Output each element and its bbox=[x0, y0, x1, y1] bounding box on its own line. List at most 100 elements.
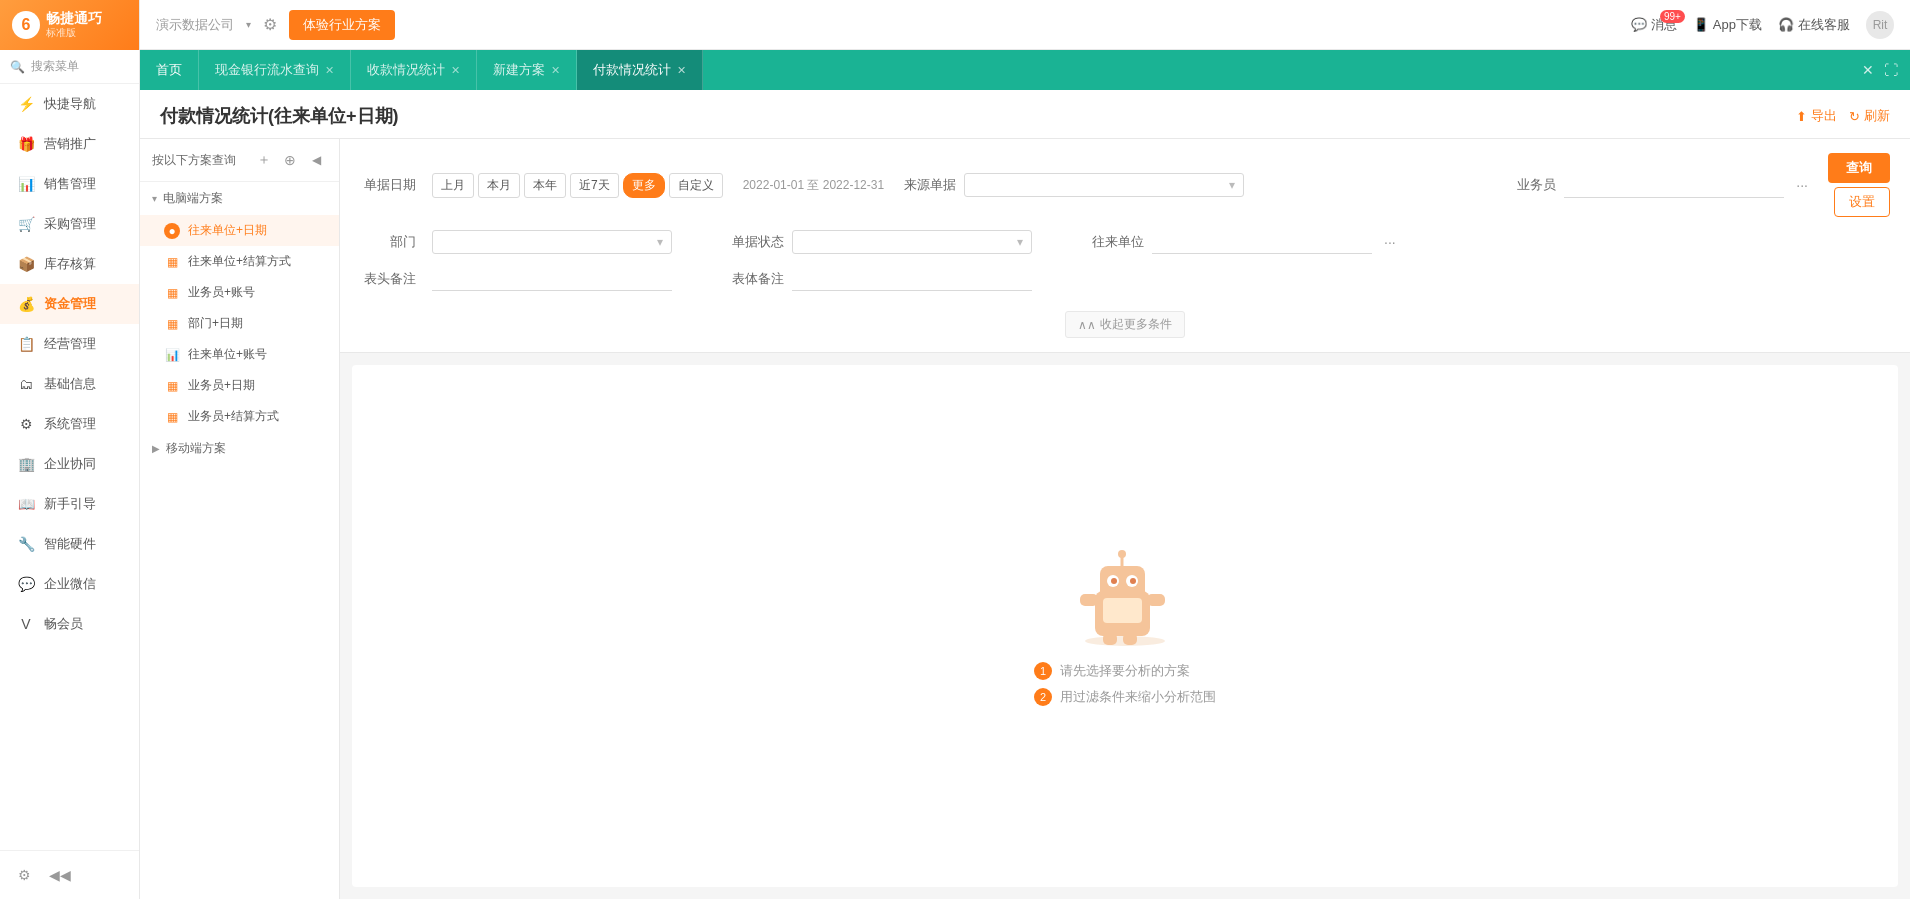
tab-close-cash-flow[interactable]: ✕ bbox=[325, 64, 334, 77]
counterpart-input[interactable] bbox=[1152, 229, 1352, 251]
svg-rect-11 bbox=[1103, 633, 1117, 645]
sidebar-item-quick-nav[interactable]: ⚡ 快捷导航 bbox=[0, 84, 139, 124]
scheme-item-dept-date[interactable]: ▦ 部门+日期 bbox=[140, 308, 339, 339]
dept-date-label: 部门+日期 bbox=[188, 315, 243, 332]
tab-payment-stats[interactable]: 付款情况统计✕ bbox=[577, 50, 703, 90]
quick-nav-icon: ⚡ bbox=[16, 94, 36, 114]
scheme-item-unit-account[interactable]: 📊 往来单位+账号 bbox=[140, 339, 339, 370]
export-label: 导出 bbox=[1811, 107, 1837, 125]
staff-label: 业务员 bbox=[1500, 176, 1556, 194]
staff-dots[interactable]: ··· bbox=[1792, 173, 1812, 197]
system-icon: ⚙ bbox=[16, 414, 36, 434]
export-btn[interactable]: ⬆ 导出 bbox=[1796, 107, 1837, 125]
refresh-btn[interactable]: ↻ 刷新 bbox=[1849, 107, 1890, 125]
filter-setting-btn[interactable]: 设置 bbox=[1834, 187, 1890, 217]
online-service-btn[interactable]: 🎧 在线客服 bbox=[1778, 16, 1850, 34]
sidebar-item-basic[interactable]: 🗂 基础信息 bbox=[0, 364, 139, 404]
tip-text-2: 用过滤条件来缩小分析范围 bbox=[1060, 688, 1216, 706]
sidebar-item-inventory[interactable]: 📦 库存核算 bbox=[0, 244, 139, 284]
date-btn-this-month[interactable]: 本月 bbox=[478, 173, 520, 198]
collapse-more-btn[interactable]: ∧∧ 收起更多条件 bbox=[1065, 311, 1185, 338]
service-label: 在线客服 bbox=[1798, 16, 1850, 34]
staff-date-scheme-icon: ▦ bbox=[164, 378, 180, 394]
sidebar-item-finance[interactable]: 💰 资金管理 bbox=[0, 284, 139, 324]
topbar: 演示数据公司 ▾ ⚙ 体验行业方案 💬 消息 99+ 📱 App下载 🎧 在线客… bbox=[140, 0, 1910, 50]
doc-status-chevron-icon: ▾ bbox=[1017, 235, 1023, 249]
tab-receivable[interactable]: 收款情况统计✕ bbox=[351, 50, 477, 90]
tab-bar: 首页现金银行流水查询✕收款情况统计✕新建方案✕付款情况统计✕ ✕ ⛶ bbox=[140, 50, 1910, 90]
tab-close-all-icon[interactable]: ✕ bbox=[1862, 62, 1874, 78]
tab-close-payment-stats[interactable]: ✕ bbox=[677, 64, 686, 77]
staff-input[interactable] bbox=[1564, 173, 1764, 195]
sidebar-item-wechat[interactable]: 💬 企业微信 bbox=[0, 564, 139, 604]
sidebar-item-sales[interactable]: 📊 销售管理 bbox=[0, 164, 139, 204]
page-header: 付款情况统计(往来单位+日期) ⬆ 导出 ↻ 刷新 bbox=[140, 90, 1910, 139]
user-avatar[interactable]: Rit bbox=[1866, 11, 1894, 39]
source-select[interactable]: ▾ bbox=[964, 173, 1244, 197]
main-area: 演示数据公司 ▾ ⚙ 体验行业方案 💬 消息 99+ 📱 App下载 🎧 在线客… bbox=[140, 0, 1910, 899]
tab-new-scheme[interactable]: 新建方案✕ bbox=[477, 50, 577, 90]
svg-rect-10 bbox=[1147, 594, 1165, 606]
notifications-btn[interactable]: 💬 消息 99+ bbox=[1631, 16, 1677, 34]
scheme-item-unit-date[interactable]: ● 往来单位+日期 bbox=[140, 215, 339, 246]
staff-date-label: 业务员+日期 bbox=[188, 377, 255, 394]
date-buttons: 上月 本月 本年 近7天 更多 自定义 bbox=[432, 173, 723, 198]
date-btn-this-year[interactable]: 本年 bbox=[524, 173, 566, 198]
date-btn-7days[interactable]: 近7天 bbox=[570, 173, 619, 198]
trial-btn[interactable]: 体验行业方案 bbox=[289, 10, 395, 40]
sidebar-item-guide[interactable]: 📖 新手引导 bbox=[0, 484, 139, 524]
scheme-item-staff-account[interactable]: ▦ 业务员+账号 bbox=[140, 277, 339, 308]
tab-home[interactable]: 首页 bbox=[140, 50, 199, 90]
topbar-gear-icon[interactable]: ⚙ bbox=[263, 15, 277, 34]
sidebar-item-operation[interactable]: 📋 经营管理 bbox=[0, 324, 139, 364]
wechat-icon: 💬 bbox=[16, 574, 36, 594]
sidebar-item-marketing[interactable]: 🎁 营销推广 bbox=[0, 124, 139, 164]
sidebar-item-hardware[interactable]: 🔧 智能硬件 bbox=[0, 524, 139, 564]
scheme-item-staff-settle[interactable]: ▦ 业务员+结算方式 bbox=[140, 401, 339, 432]
scheme-item-unit-settle[interactable]: ▦ 往来单位+结算方式 bbox=[140, 246, 339, 277]
staff-account-scheme-icon: ▦ bbox=[164, 285, 180, 301]
sidebar-search[interactable]: 🔍 搜索菜单 bbox=[0, 50, 139, 84]
topbar-right: 💬 消息 99+ 📱 App下载 🎧 在线客服 Rit bbox=[1631, 11, 1894, 39]
tab-cash-flow[interactable]: 现金银行流水查询✕ bbox=[199, 50, 351, 90]
dept-select[interactable]: ▾ bbox=[432, 230, 672, 254]
mobile-group-header[interactable]: ▶ 移动端方案 bbox=[140, 432, 339, 465]
sidebar-item-purchase[interactable]: 🛒 采购管理 bbox=[0, 204, 139, 244]
collapse-sidebar-icon[interactable]: ◀◀ bbox=[46, 861, 74, 889]
scheme-item-staff-date[interactable]: ▦ 业务员+日期 bbox=[140, 370, 339, 401]
sidebar-item-enterprise[interactable]: 🏢 企业协同 bbox=[0, 444, 139, 484]
tab-close-new-scheme[interactable]: ✕ bbox=[551, 64, 560, 77]
scheme-panel: 按以下方案查询 ＋ ⊕ ◀ ▾ 电脑端方案 ● 往来单位+日期 ▦ 往来单位+结… bbox=[140, 139, 340, 899]
empty-tip-row-2: 2 用过滤条件来缩小分析范围 bbox=[1034, 688, 1216, 706]
tabbar-right-actions: ✕ ⛶ bbox=[1850, 50, 1910, 90]
scheme-settings-icon[interactable]: ⊕ bbox=[279, 149, 301, 171]
company-chevron-icon[interactable]: ▾ bbox=[246, 19, 251, 30]
system-label: 系统管理 bbox=[44, 415, 96, 433]
tab-close-receivable[interactable]: ✕ bbox=[451, 64, 460, 77]
header-note-label: 表头备注 bbox=[360, 270, 416, 288]
add-scheme-icon[interactable]: ＋ bbox=[253, 149, 275, 171]
sidebar-logo: 6 畅捷通巧 标准版 bbox=[0, 0, 139, 50]
tab-expand-icon[interactable]: ⛶ bbox=[1884, 62, 1898, 78]
date-range-text: 2022-01-01 至 2022-12-31 bbox=[743, 177, 884, 194]
header-note-input[interactable] bbox=[432, 266, 662, 288]
desktop-group-header[interactable]: ▾ 电脑端方案 bbox=[140, 182, 339, 215]
empty-state-illustration bbox=[1065, 546, 1185, 646]
settings-icon[interactable]: ⚙ bbox=[10, 861, 38, 889]
doc-status-select[interactable]: ▾ bbox=[792, 230, 1032, 254]
sidebar-item-system[interactable]: ⚙ 系统管理 bbox=[0, 404, 139, 444]
date-btn-last-month[interactable]: 上月 bbox=[432, 173, 474, 198]
counterpart-dots[interactable]: ··· bbox=[1380, 230, 1400, 254]
sidebar-item-vip[interactable]: V 畅会员 bbox=[0, 604, 139, 644]
collapse-scheme-icon[interactable]: ◀ bbox=[305, 149, 327, 171]
body-note-input[interactable] bbox=[792, 266, 1022, 288]
doc-status-label: 单据状态 bbox=[728, 233, 784, 251]
date-btn-more[interactable]: 更多 bbox=[623, 173, 665, 198]
quick-nav-label: 快捷导航 bbox=[44, 95, 96, 113]
query-btn[interactable]: 查询 bbox=[1828, 153, 1890, 183]
search-label: 搜索菜单 bbox=[31, 58, 79, 75]
dept-date-scheme-icon: ▦ bbox=[164, 316, 180, 332]
service-icon: 🎧 bbox=[1778, 17, 1794, 32]
app-download-btn[interactable]: 📱 App下载 bbox=[1693, 16, 1762, 34]
date-btn-custom[interactable]: 自定义 bbox=[669, 173, 723, 198]
